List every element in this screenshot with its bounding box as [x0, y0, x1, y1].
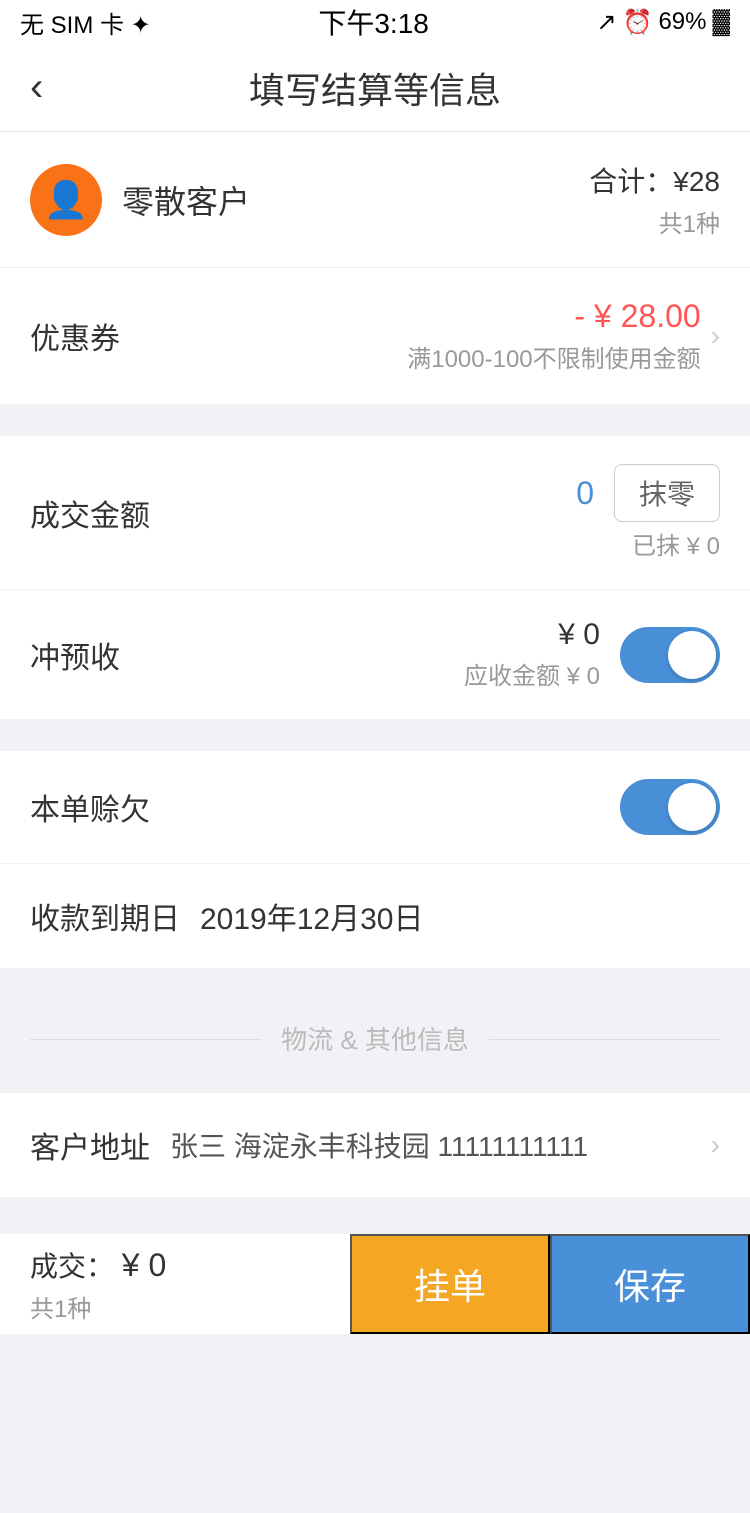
coupon-right-text: - ¥ 28.00 满1000-100不限制使用金额: [407, 298, 700, 374]
round-button[interactable]: 抹零: [614, 464, 720, 522]
address-row[interactable]: 客户地址 张三 海淀永丰科技园 11111111111 ›: [0, 1093, 750, 1197]
deal-amount-controls: 0 抹零: [576, 464, 720, 522]
deal-amount-value: 0: [576, 475, 594, 512]
nav-bar: ‹ 填写结算等信息: [0, 44, 750, 132]
logistics-divider: 物流 & 其他信息: [0, 1000, 750, 1077]
debt-section: 本单赊欠 收款到期日 2019年12月30日: [0, 751, 750, 968]
debt-label: 本单赊欠: [30, 785, 150, 829]
due-date-label: 收款到期日: [30, 894, 180, 938]
coupon-label: 优惠券: [30, 314, 120, 358]
debt-row: 本单赊欠: [0, 751, 750, 864]
debt-toggle-knob: [668, 783, 716, 831]
deal-amount-right: 0 抹零 已抹 ¥ 0: [576, 464, 720, 561]
toggle-knob: [668, 631, 716, 679]
total-count: 共1种: [589, 204, 720, 239]
section-divider-3: [0, 984, 750, 1000]
due-date-row: 收款到期日 2019年12月30日: [0, 864, 750, 968]
logistics-text: 物流 & 其他信息: [261, 1020, 489, 1057]
status-right: ↗ ⏰ 69% ▓: [596, 8, 730, 37]
customer-row: 👤 零散客户 合计：¥28 共1种: [0, 132, 750, 267]
back-button[interactable]: ‹: [30, 65, 43, 110]
deal-amount-row: 成交金额 0 抹零 已抹 ¥ 0: [0, 436, 750, 590]
total-amount: 合计：¥28: [589, 160, 720, 200]
status-time: 下午3:18: [318, 2, 429, 42]
bottom-deal-amount: ¥ 0: [122, 1247, 166, 1283]
customer-left: 👤 零散客户: [30, 164, 250, 236]
section-divider-2: [0, 735, 750, 751]
bottom-deal-label: 成交：: [30, 1251, 114, 1282]
due-date-value: 2019年12月30日: [200, 894, 423, 938]
address-section: 客户地址 张三 海淀永丰科技园 11111111111 ›: [0, 1093, 750, 1197]
alarm-icon: ⏰: [623, 8, 653, 37]
prepayment-subtext: 应收金额 ¥ 0: [464, 656, 600, 691]
prepayment-row: 冲预收 ¥ 0 应收金额 ¥ 0: [0, 590, 750, 719]
coupon-desc: 满1000-100不限制使用金额: [407, 339, 700, 374]
address-chevron-icon: ›: [711, 1129, 720, 1161]
deal-amount-label: 成交金额: [30, 491, 150, 535]
customer-name: 零散客户: [122, 177, 250, 223]
address-value: 张三 海淀永丰科技园 11111111111: [170, 1125, 711, 1165]
debt-toggle[interactable]: [620, 779, 720, 835]
no-sim-text: 无 SIM 卡 ✦: [20, 5, 151, 40]
section-divider-4: [0, 1077, 750, 1093]
prepayment-right: ¥ 0 应收金额 ¥ 0: [464, 618, 720, 691]
bottom-bar: 成交： ¥ 0 共1种 挂单 保存: [0, 1234, 750, 1334]
bottom-count: 共1种: [30, 1289, 320, 1324]
battery-text: 69%: [658, 8, 706, 36]
coupon-row[interactable]: 优惠券 - ¥ 28.00 满1000-100不限制使用金额 ›: [0, 267, 750, 404]
status-left: 无 SIM 卡 ✦: [20, 5, 151, 40]
page-title: 填写结算等信息: [249, 62, 501, 114]
bottom-deal-row: 成交： ¥ 0: [30, 1245, 320, 1285]
hold-button[interactable]: 挂单: [350, 1234, 550, 1334]
chevron-right-icon: ›: [711, 320, 720, 352]
customer-section: 👤 零散客户 合计：¥28 共1种 优惠券 - ¥ 28.00 满1000-10…: [0, 132, 750, 404]
prepayment-toggle[interactable]: [620, 627, 720, 683]
deal-section: 成交金额 0 抹零 已抹 ¥ 0 冲预收 ¥ 0 应收金额 ¥ 0: [0, 436, 750, 719]
prepayment-amounts: ¥ 0 应收金额 ¥ 0: [464, 618, 600, 691]
avatar-icon: 👤: [44, 179, 89, 221]
coupon-right: - ¥ 28.00 满1000-100不限制使用金额 ›: [407, 298, 720, 374]
avatar: 👤: [30, 164, 102, 236]
section-divider-1: [0, 420, 750, 436]
prepayment-amount: ¥ 0: [464, 618, 600, 652]
bottom-info: 成交： ¥ 0 共1种: [0, 1245, 350, 1324]
prepayment-label: 冲预收: [30, 633, 120, 677]
location-icon: ↗: [596, 8, 616, 37]
status-bar: 无 SIM 卡 ✦ 下午3:18 ↗ ⏰ 69% ▓: [0, 0, 750, 44]
battery-icon: ▓: [712, 8, 730, 36]
save-button[interactable]: 保存: [550, 1234, 750, 1334]
deal-amount-subtext: 已抹 ¥ 0: [576, 526, 720, 561]
address-label: 客户地址: [30, 1123, 150, 1167]
customer-right: 合计：¥28 共1种: [589, 160, 720, 239]
coupon-amount: - ¥ 28.00: [407, 298, 700, 335]
